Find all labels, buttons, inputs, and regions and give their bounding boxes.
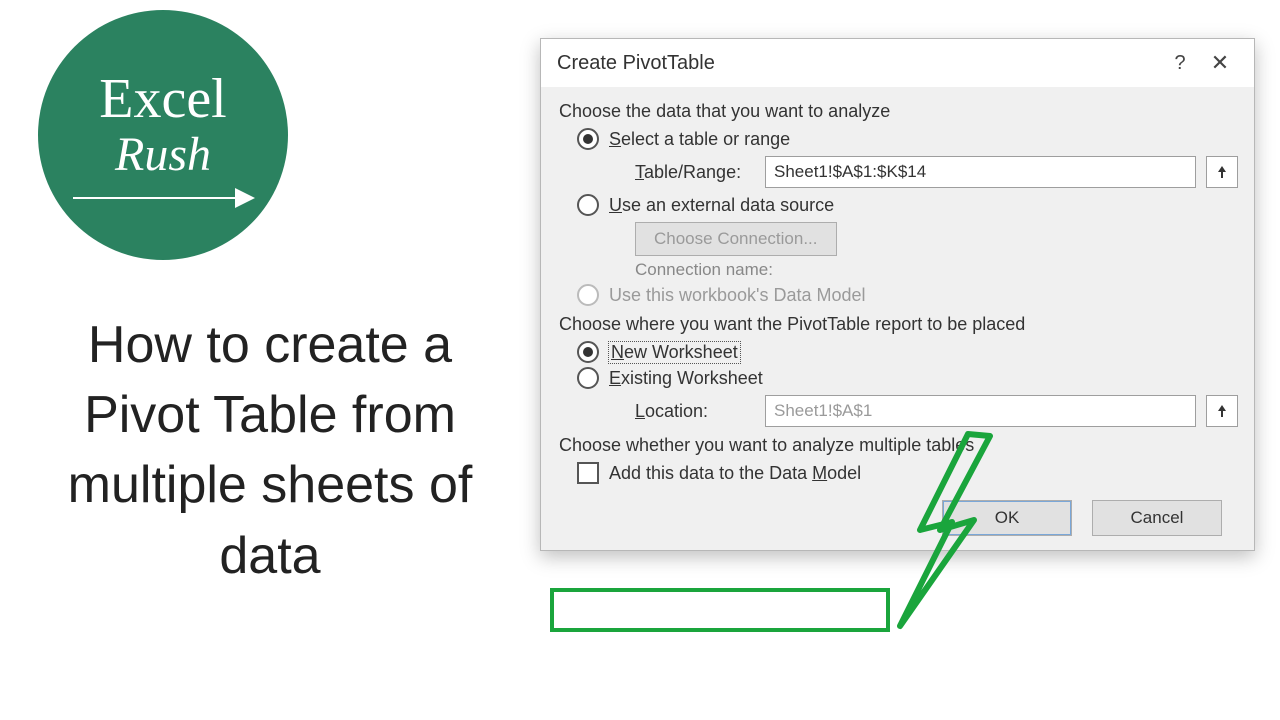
logo-line-1: Excel <box>99 71 226 127</box>
dialog-button-row: OK Cancel <box>559 488 1238 536</box>
dialog-titlebar: Create PivotTable ? ✕ <box>541 39 1254 87</box>
excel-rush-logo: Excel Rush <box>38 10 288 260</box>
option-add-to-data-model[interactable]: Add this data to the Data Model <box>577 462 1238 484</box>
cancel-button[interactable]: Cancel <box>1092 500 1222 536</box>
location-input[interactable]: Sheet1!$A$1 <box>765 395 1196 427</box>
table-range-label: Table/Range: <box>635 162 755 183</box>
connection-name-label: Connection name: <box>635 260 1238 280</box>
ok-button[interactable]: OK <box>942 500 1072 536</box>
dialog-body: Choose the data that you want to analyze… <box>541 87 1254 550</box>
option-new-worksheet[interactable]: New Worksheet <box>577 341 1238 363</box>
table-range-field: Table/Range: Sheet1!$A$1:$K$14 <box>635 156 1238 188</box>
tutorial-headline: How to create a Pivot Table from multipl… <box>40 310 500 591</box>
option-label: Use this workbook's Data Model <box>609 285 866 306</box>
option-label: New Worksheet <box>609 342 740 363</box>
radio-icon <box>577 128 599 150</box>
collapse-dialog-icon[interactable] <box>1206 395 1238 427</box>
dialog-title: Create PivotTable <box>557 52 1160 75</box>
create-pivottable-dialog: Create PivotTable ? ✕ Choose the data th… <box>540 38 1255 551</box>
option-label: Use an external data source <box>609 195 834 216</box>
option-label: Add this data to the Data Model <box>609 463 861 484</box>
option-label: Existing Worksheet <box>609 368 763 389</box>
location-label: Location: <box>635 401 755 422</box>
option-external-data-source[interactable]: Use an external data source <box>577 194 1238 216</box>
section-multiple-tables: Choose whether you want to analyze multi… <box>559 435 1238 456</box>
logo-arrow-icon <box>73 197 253 199</box>
choose-connection-button[interactable]: Choose Connection... <box>635 222 837 256</box>
option-use-workbook-data-model: Use this workbook's Data Model <box>577 284 1238 306</box>
help-button[interactable]: ? <box>1160 49 1200 77</box>
logo-line-2: Rush <box>115 131 211 179</box>
radio-icon <box>577 284 599 306</box>
annotation-highlight-box <box>550 588 890 632</box>
option-existing-worksheet[interactable]: Existing Worksheet <box>577 367 1238 389</box>
radio-icon <box>577 341 599 363</box>
section-choose-data: Choose the data that you want to analyze <box>559 101 1238 122</box>
radio-icon <box>577 367 599 389</box>
table-range-input[interactable]: Sheet1!$A$1:$K$14 <box>765 156 1196 188</box>
option-label: Select a table or range <box>609 129 790 150</box>
location-field: Location: Sheet1!$A$1 <box>635 395 1238 427</box>
radio-icon <box>577 194 599 216</box>
collapse-dialog-icon[interactable] <box>1206 156 1238 188</box>
checkbox-icon <box>577 462 599 484</box>
section-choose-placement: Choose where you want the PivotTable rep… <box>559 314 1238 335</box>
option-select-table-or-range[interactable]: Select a table or range <box>577 128 1238 150</box>
close-button[interactable]: ✕ <box>1200 49 1240 77</box>
